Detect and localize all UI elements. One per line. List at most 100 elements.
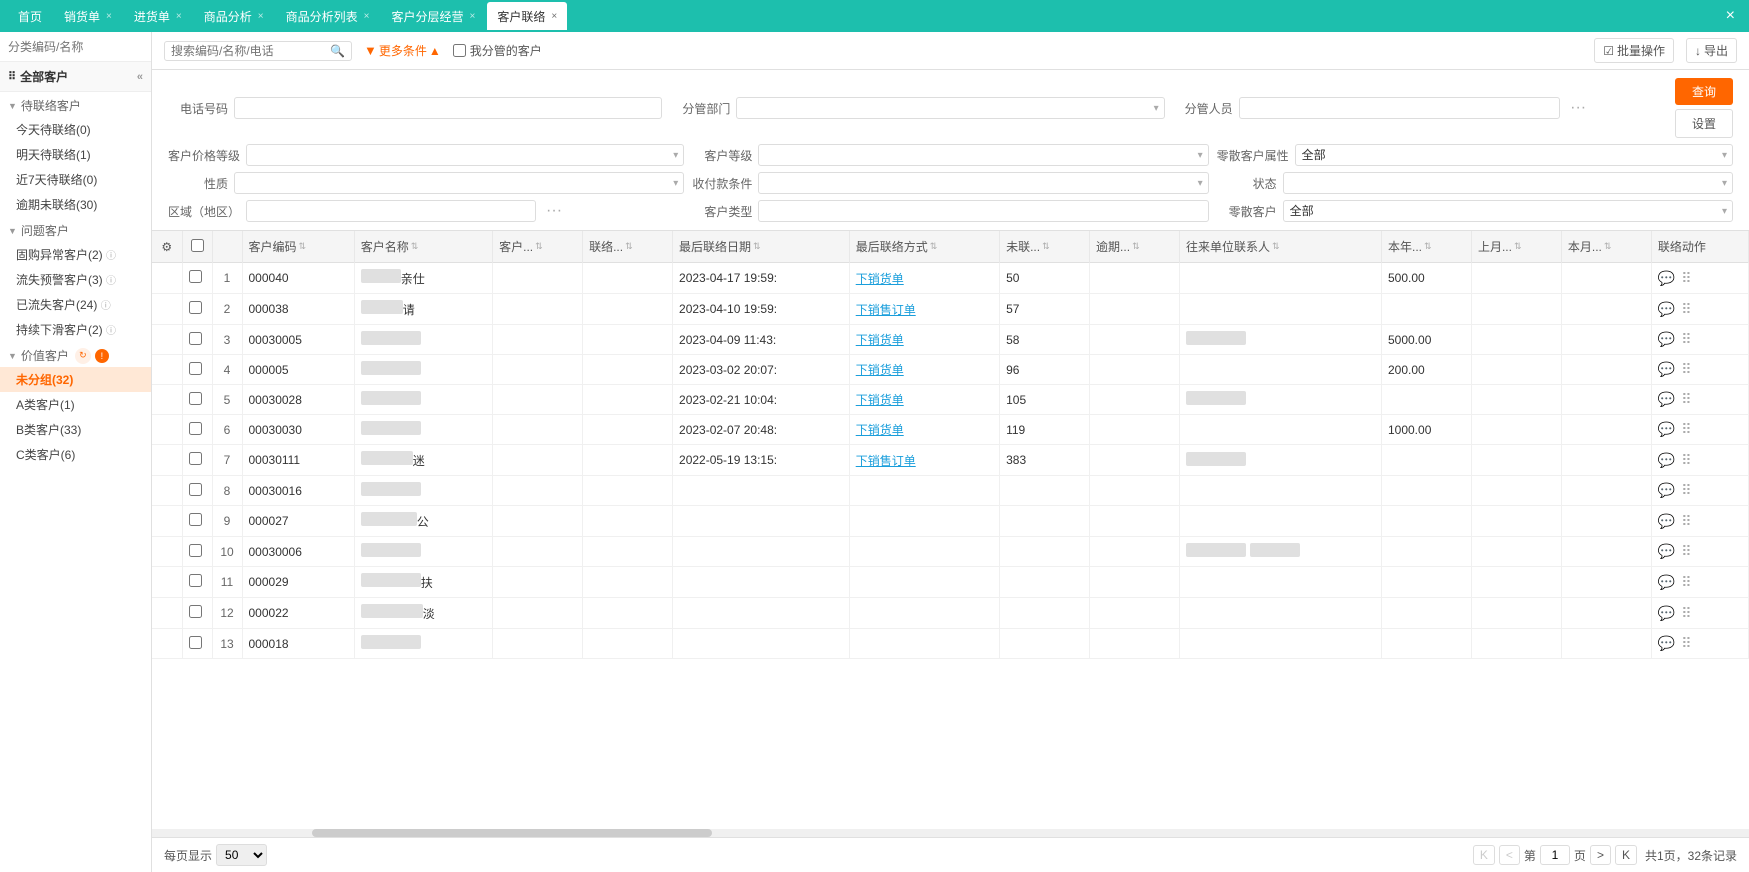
customer-layer-tab-close[interactable]: × (469, 11, 475, 22)
contact-method-link[interactable]: 下销货单 (856, 272, 904, 286)
row-checkbox[interactable] (189, 605, 202, 618)
action-more-icon[interactable]: ⠿ (1681, 391, 1691, 408)
sale-tab-close[interactable]: × (106, 11, 112, 22)
action-message-icon[interactable]: 💬 (1658, 421, 1675, 438)
customer-contact-tab-close[interactable]: × (551, 11, 557, 22)
dept-select[interactable] (736, 97, 1164, 119)
sidebar-item-class-a[interactable]: A类客户(1) (0, 392, 151, 417)
col-last-contact-method[interactable]: 最后联络方式 ⇅ (849, 231, 999, 263)
horizontal-scrollbar[interactable] (152, 829, 1749, 837)
retail-customer-select[interactable]: 全部 (1283, 200, 1733, 222)
sidebar-search-input[interactable] (8, 40, 152, 54)
col-last-month[interactable]: 上月... ⇅ (1471, 231, 1561, 263)
payment-select[interactable] (758, 172, 1208, 194)
row-checkbox[interactable] (189, 392, 202, 405)
col-customer-type[interactable]: 客户... ⇅ (493, 231, 583, 263)
sidebar-group-problem[interactable]: ▼ 问题客户 (0, 217, 151, 242)
action-message-icon[interactable]: 💬 (1658, 301, 1675, 318)
row-checkbox[interactable] (189, 574, 202, 587)
action-more-icon[interactable]: ⠿ (1681, 361, 1691, 378)
last-page-button[interactable]: K (1615, 845, 1637, 865)
col-customer-code[interactable]: 客户编码 ⇅ (242, 231, 354, 263)
region-more-btn[interactable]: ··· (542, 203, 566, 219)
sidebar-item-tomorrow-pending[interactable]: 明天待联络(1) (0, 142, 151, 167)
nav-tab-customer-contact[interactable]: 客户联络 × (487, 2, 567, 30)
my-customer-filter[interactable]: 我分管的客户 (453, 42, 542, 59)
nav-tab-home[interactable]: 首页 (8, 2, 52, 30)
sidebar-item-declining[interactable]: 持续下滑客户(2) ⓘ (0, 317, 151, 342)
col-contact[interactable]: 联络... ⇅ (583, 231, 673, 263)
action-more-icon[interactable]: ⠿ (1681, 482, 1691, 499)
action-message-icon[interactable]: 💬 (1658, 574, 1675, 591)
col-this-year[interactable]: 本年... ⇅ (1381, 231, 1471, 263)
sidebar-item-ungrouped[interactable]: 未分组(32) (0, 367, 151, 392)
row-checkbox[interactable] (189, 332, 202, 345)
nav-tab-purchase[interactable]: 进货单 × (124, 2, 192, 30)
action-more-icon[interactable]: ⠿ (1681, 574, 1691, 591)
query-button[interactable]: 查询 (1675, 78, 1733, 105)
action-more-icon[interactable]: ⠿ (1681, 331, 1691, 348)
action-message-icon[interactable]: 💬 (1658, 270, 1675, 287)
manager-input[interactable] (1239, 97, 1560, 119)
sidebar-item-churn-warning[interactable]: 流失预警客户(3) ⓘ (0, 267, 151, 292)
filter-search-input[interactable] (171, 44, 326, 58)
action-message-icon[interactable]: 💬 (1658, 543, 1675, 560)
select-all-checkbox[interactable] (191, 239, 204, 252)
col-last-contact-date[interactable]: 最后联络日期 ⇅ (673, 231, 850, 263)
scrollbar-thumb[interactable] (312, 829, 712, 837)
window-close-button[interactable]: × (1720, 7, 1741, 25)
action-more-icon[interactable]: ⠿ (1681, 301, 1691, 318)
contact-method-link[interactable]: 下销货单 (856, 333, 904, 347)
row-checkbox[interactable] (189, 422, 202, 435)
refresh-icon[interactable]: ↻ (75, 348, 91, 364)
col-settings[interactable]: ⚙ (152, 231, 182, 263)
row-checkbox[interactable] (189, 544, 202, 557)
status-select[interactable] (1283, 172, 1733, 194)
purchase-tab-close[interactable]: × (176, 11, 182, 22)
customer-level-select[interactable] (758, 144, 1208, 166)
contact-method-link[interactable]: 下销售订单 (856, 303, 916, 317)
nav-tab-customer-layer[interactable]: 客户分层经营 × (381, 2, 485, 30)
export-button[interactable]: ↓ 导出 (1686, 38, 1737, 63)
action-message-icon[interactable]: 💬 (1658, 452, 1675, 469)
bulk-action-button[interactable]: ☑ 批量操作 (1594, 38, 1674, 63)
sidebar-group-pending[interactable]: ▼ 待联络客户 (0, 92, 151, 117)
row-checkbox[interactable] (189, 270, 202, 283)
col-no-contact[interactable]: 未联... ⇅ (1000, 231, 1090, 263)
prev-page-button[interactable]: < (1499, 845, 1520, 865)
contact-method-link[interactable]: 下销货单 (856, 423, 904, 437)
action-message-icon[interactable]: 💬 (1658, 331, 1675, 348)
nav-tab-product-analysis-list[interactable]: 商品分析列表 × (276, 2, 380, 30)
row-checkbox[interactable] (189, 636, 202, 649)
first-page-button[interactable]: K (1473, 845, 1495, 865)
customer-type-input[interactable] (758, 200, 1208, 222)
action-more-icon[interactable]: ⠿ (1681, 452, 1691, 469)
contact-method-link[interactable]: 下销售订单 (856, 454, 916, 468)
sidebar-item-class-c[interactable]: C类客户(6) (0, 442, 151, 467)
next-page-button[interactable]: > (1590, 845, 1611, 865)
action-message-icon[interactable]: 💬 (1658, 361, 1675, 378)
row-checkbox[interactable] (189, 362, 202, 375)
col-overdue[interactable]: 逾期... ⇅ (1090, 231, 1180, 263)
action-message-icon[interactable]: 💬 (1658, 513, 1675, 530)
row-checkbox[interactable] (189, 483, 202, 496)
action-message-icon[interactable]: 💬 (1658, 391, 1675, 408)
page-size-select[interactable]: 50 20 100 (216, 844, 267, 866)
action-more-icon[interactable]: ⠿ (1681, 543, 1691, 560)
contact-method-link[interactable]: 下销货单 (856, 393, 904, 407)
action-more-icon[interactable]: ⠿ (1681, 270, 1691, 287)
sidebar-item-abnormal[interactable]: 固购异常客户(2) ⓘ (0, 242, 151, 267)
retail-attr-select[interactable]: 全部 (1295, 144, 1733, 166)
price-level-select[interactable] (246, 144, 684, 166)
all-customers-header[interactable]: ⠿ 全部客户 « (0, 62, 151, 92)
sidebar-item-7day-pending[interactable]: 近7天待联络(0) (0, 167, 151, 192)
collapse-icon[interactable]: « (137, 71, 143, 83)
col-customer-name[interactable]: 客户名称 ⇅ (354, 231, 492, 263)
filter-more-button[interactable]: ▼ 更多条件 ▲ (364, 42, 441, 59)
phone-input[interactable] (234, 97, 662, 119)
action-more-icon[interactable]: ⠿ (1681, 421, 1691, 438)
contact-method-link[interactable]: 下销货单 (856, 363, 904, 377)
product-analysis-list-tab-close[interactable]: × (364, 11, 370, 22)
col-company-contact[interactable]: 往来单位联系人 ⇅ (1180, 231, 1382, 263)
nav-tab-sale[interactable]: 销货单 × (54, 2, 122, 30)
